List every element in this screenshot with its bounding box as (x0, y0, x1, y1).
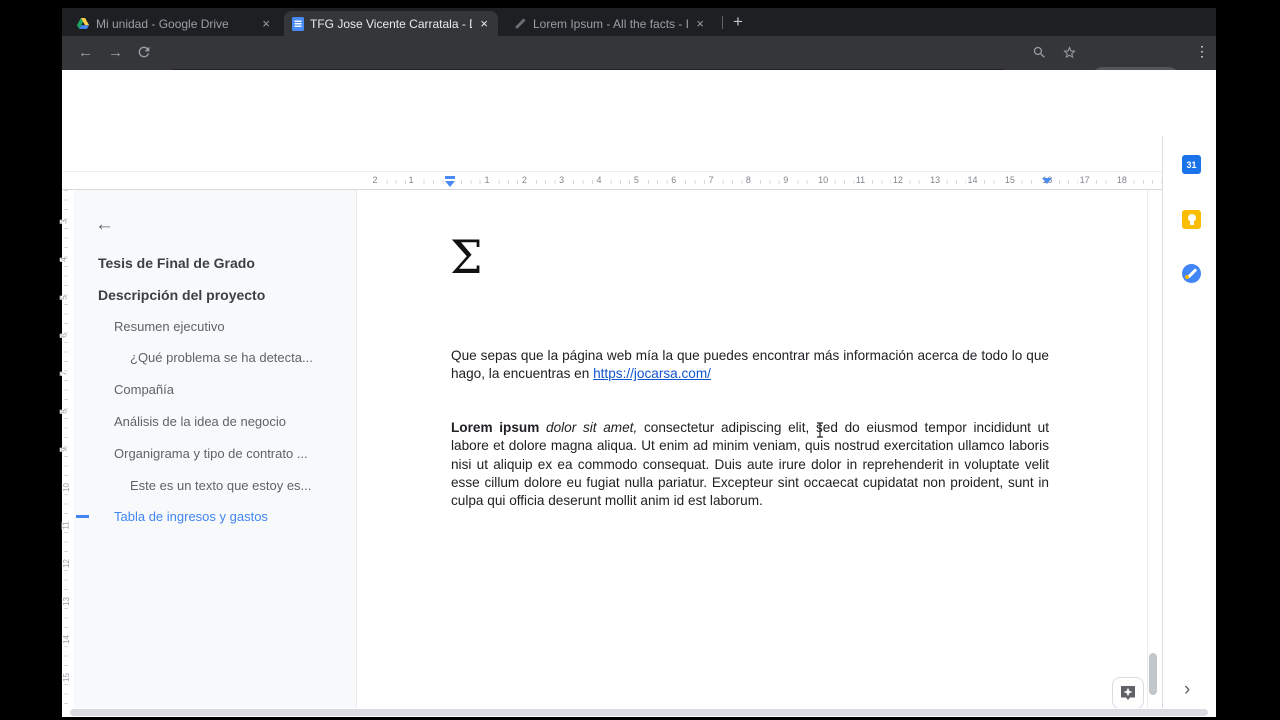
tab-title: Mi unidad - Google Drive (96, 16, 229, 31)
left-indent-marker[interactable] (445, 176, 455, 187)
lorem-ipsum-favicon (515, 18, 526, 29)
bookmark-star-icon[interactable] (1062, 45, 1077, 60)
zoom-page-icon[interactable] (1032, 45, 1047, 60)
ruler-number: 10 (61, 483, 71, 492)
outline-item[interactable]: Tesis de Final de Grado (98, 255, 255, 271)
ruler-number: 14 (965, 175, 980, 185)
ruler-number: 12 (890, 175, 905, 185)
paragraph-link[interactable]: Que sepas que la página web mía la que p… (451, 347, 1049, 384)
vertical-ruler: 3 4 5 6 7 8 9 10 11 12 13 14 15 (59, 190, 74, 708)
browser-window: Mi unidad - Google Drive × TFG Jose Vice… (59, 8, 1216, 717)
explore-icon (1121, 686, 1135, 700)
ruler-number: 6 (59, 333, 69, 338)
browser-tab-strip: Mi unidad - Google Drive × TFG Jose Vice… (62, 8, 1216, 36)
ruler-number: 4 (59, 257, 69, 262)
jocarsa-link[interactable]: https://jocarsa.com/ (593, 366, 711, 381)
outline-item[interactable]: Compañía (114, 382, 174, 397)
outline-item[interactable]: Resumen ejecutivo (114, 319, 225, 334)
document-outline-panel: ← Tesis de Final de Grado Descripción de… (74, 190, 357, 708)
drive-icon (76, 17, 90, 29)
tasks-icon[interactable] (1182, 264, 1201, 283)
calendar-icon[interactable]: 31 (1182, 155, 1201, 174)
vertical-scrollbar-thumb[interactable] (1149, 653, 1157, 695)
reload-icon[interactable] (136, 44, 152, 60)
ruler-number: 3 (59, 219, 69, 224)
back-icon[interactable]: ← (78, 44, 93, 61)
outline-item-active[interactable]: Tabla de ingresos y gastos (114, 509, 268, 524)
ruler-number: 7 (59, 371, 69, 376)
text-cursor-icon (817, 422, 823, 438)
ruler-number: 6 (669, 175, 679, 185)
ruler-number: 15 (61, 673, 71, 682)
browser-address-bar: ← → docs.google.com/document/d/1Aj1AqkhD… (62, 36, 1216, 93)
ruler-number: 5 (631, 175, 641, 185)
ruler-number: 13 (61, 597, 71, 606)
paragraph-lorem[interactable]: Lorem ipsum dolor sit amet, consectetur … (451, 419, 1049, 510)
close-outline-icon[interactable]: ← (95, 214, 114, 236)
document-page[interactable]: Σ Que sepas que la página web mía la que… (357, 190, 1162, 708)
ruler-number: 8 (59, 409, 69, 414)
right-indent-marker[interactable] (1042, 178, 1052, 184)
outline-item[interactable]: ¿Qué problema se ha detecta... (130, 350, 313, 365)
horizontal-scrollbar-thumb[interactable] (70, 709, 1208, 716)
ruler-number: 13 (928, 175, 943, 185)
browser-tab-lorem[interactable]: Lorem Ipsum - All the facts - L × (506, 11, 714, 36)
ruler-number: 10 (816, 175, 831, 185)
new-tab-button[interactable]: + (733, 13, 743, 30)
tab-title: TFG Jose Vicente Carratala - D (310, 16, 473, 31)
tab-close-icon[interactable]: × (478, 16, 490, 31)
outline-item[interactable]: Este es un texto que estoy es... (130, 478, 311, 493)
outline-item[interactable]: Análisis de la idea de negocio (114, 414, 286, 429)
ruler-number: 4 (594, 175, 604, 185)
ruler-number: 3 (557, 175, 567, 185)
forward-icon[interactable]: → (108, 44, 123, 61)
ruler-number: 17 (1077, 175, 1092, 185)
ruler-number: 9 (59, 447, 69, 452)
ruler-number: 12 (61, 559, 71, 568)
ruler-number: 15 (1002, 175, 1017, 185)
browser-tab-drive[interactable]: Mi unidad - Google Drive × (68, 11, 280, 36)
expand-panel-chevron-icon[interactable]: › (1184, 679, 1190, 701)
tab-close-icon[interactable]: × (260, 16, 272, 31)
tab-separator (722, 16, 723, 29)
outline-item[interactable]: Organigrama y tipo de contrato ... (114, 446, 308, 461)
outline-item[interactable]: Descripción del proyecto (98, 287, 265, 303)
scrollbar-track (1147, 190, 1148, 708)
ruler-number: 2 (370, 175, 380, 185)
explore-button[interactable] (1112, 677, 1144, 709)
tab-close-icon[interactable]: × (694, 16, 706, 31)
ruler-number: 11 (61, 521, 71, 530)
horizontal-ruler[interactable]: 2 1 1 2 3 4 5 6 7 8 9 10 11 12 13 14 15 16 17 18 (62, 172, 1187, 190)
ruler-number: 5 (59, 295, 69, 300)
equation-sigma[interactable]: Σ (450, 230, 483, 284)
browser-tab-docs[interactable]: TFG Jose Vicente Carratala - D × (284, 11, 498, 36)
active-outline-marker (76, 515, 89, 518)
ruler-number: 1 (406, 175, 416, 185)
docs-header: TFG Jose Vicente Carratala Guardando... … (62, 70, 1216, 188)
ruler-number: 14 (61, 635, 71, 644)
google-side-panel: 31 › (1162, 136, 1216, 708)
tab-title: Lorem Ipsum - All the facts - L (533, 16, 689, 31)
docs-toolbar: 100% Texto norm... Montserrat 10 B I U A… (62, 136, 1162, 296)
ruler-number: 9 (781, 175, 791, 185)
ruler-number: 8 (743, 175, 753, 185)
keep-icon[interactable] (1182, 210, 1201, 229)
ruler-number: 18 (1114, 175, 1129, 185)
docs-icon (292, 16, 304, 31)
ruler-number: 7 (706, 175, 716, 185)
browser-menu-icon[interactable]: ⋮ (1195, 43, 1209, 60)
ruler-number: 1 (482, 175, 492, 185)
ruler-number: 11 (853, 175, 868, 185)
ruler-number: 2 (519, 175, 529, 185)
